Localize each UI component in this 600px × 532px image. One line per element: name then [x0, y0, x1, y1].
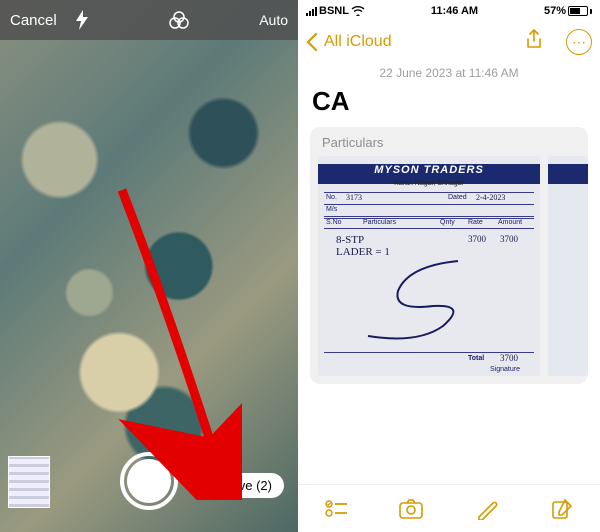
receipt-dated-value: 2-4-2023: [476, 193, 505, 202]
signal-icon: [306, 6, 317, 16]
status-bar: BSNL 11:46 AM 57%: [298, 0, 600, 22]
col-amount: Amount: [498, 219, 522, 226]
scan-top-bar: Cancel Auto: [0, 0, 298, 40]
note-date: 22 June 2023 at 11:46 AM: [298, 66, 600, 80]
notes-toolbar: [298, 484, 600, 532]
notes-app: BSNL 11:46 AM 57% All iCloud 22 June 202…: [298, 0, 600, 532]
receipt-signature-label: Signature: [490, 366, 520, 373]
receipt-line1: 8-STP: [336, 234, 364, 246]
notes-navbar: All iCloud: [298, 22, 600, 62]
camera-button[interactable]: [391, 489, 431, 529]
scanned-documents-card[interactable]: Particulars MYSON TRADERS Karan Nagar, S…: [310, 127, 588, 384]
receipt-total-label: Total: [468, 355, 484, 362]
back-chevron-icon[interactable]: [306, 33, 318, 51]
status-time: 11:46 AM: [365, 5, 544, 17]
receipt-no-label: No.: [326, 194, 337, 201]
col-particulars: Particulars: [363, 219, 396, 226]
col-rate: Rate: [468, 219, 483, 226]
scan-thumbnail[interactable]: [8, 456, 50, 508]
cancel-button[interactable]: Cancel: [10, 12, 57, 29]
back-button[interactable]: All iCloud: [324, 33, 392, 51]
flash-icon[interactable]: [65, 10, 99, 30]
share-button[interactable]: [524, 29, 544, 56]
battery-icon: [568, 6, 592, 16]
receipt-rate1: 3700: [468, 234, 486, 244]
compose-button[interactable]: [542, 489, 582, 529]
col-qty: Qnty: [440, 219, 455, 226]
markup-button[interactable]: [467, 489, 507, 529]
col-sno: S.No: [326, 219, 342, 226]
annotation-arrow: [112, 180, 242, 500]
filter-icon[interactable]: [162, 10, 196, 30]
scan-mode-label[interactable]: Auto: [259, 12, 288, 28]
shutter-inner: [127, 459, 171, 503]
receipt-no-value: 3173: [346, 193, 362, 202]
checklist-button[interactable]: [316, 489, 356, 529]
scanned-page-2[interactable]: [548, 156, 588, 376]
receipt-address: Karan Nagar, Srinagar: [318, 180, 540, 187]
receipt-scribble: [348, 256, 488, 346]
scan-camera-view: Cancel Auto Save (2): [0, 0, 298, 532]
more-button[interactable]: [566, 29, 592, 55]
scanned-page-1[interactable]: MYSON TRADERS Karan Nagar, Srinagar No. …: [318, 156, 540, 376]
note-title[interactable]: CA: [298, 80, 600, 127]
save-scan-button[interactable]: Save (2): [211, 473, 284, 498]
shutter-button[interactable]: [120, 452, 178, 510]
receipt-vendor: MYSON TRADERS: [318, 164, 540, 176]
receipt-total-value: 3700: [500, 353, 518, 363]
receipt-dated-label: Dated: [448, 194, 467, 201]
battery-percent: 57%: [544, 5, 566, 17]
scan-card-label: Particulars: [318, 135, 588, 156]
receipt-amt1: 3700: [500, 234, 518, 244]
carrier-label: BSNL: [319, 5, 349, 17]
receipt-ms-label: M/s: [326, 206, 337, 213]
wifi-icon: [351, 6, 365, 16]
